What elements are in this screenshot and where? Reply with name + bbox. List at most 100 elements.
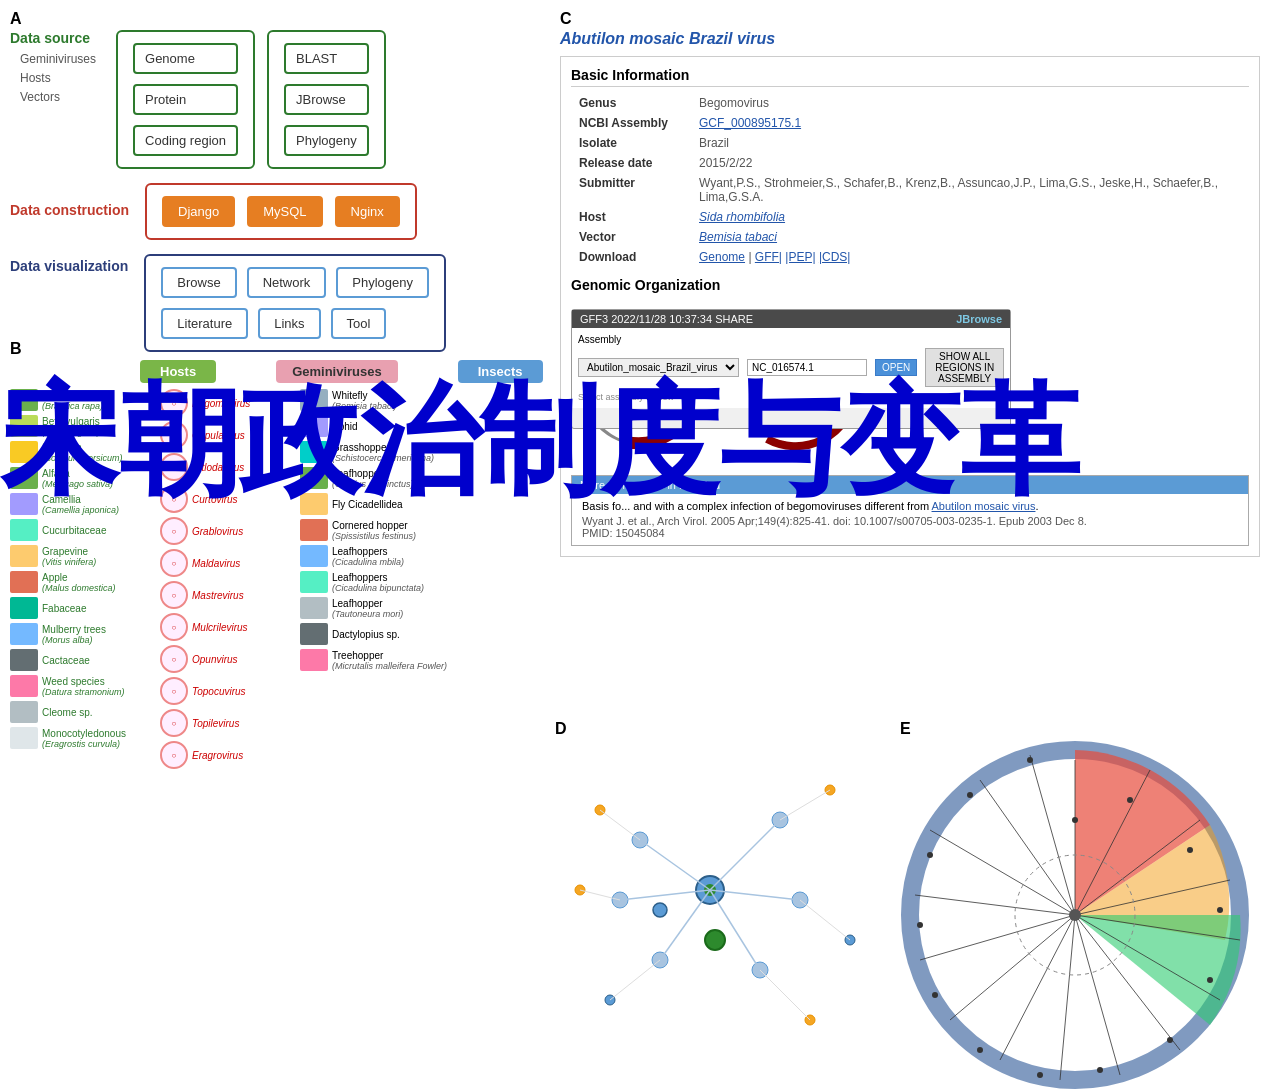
visualization-box: Browse Network Phylogeny Literature Link… — [144, 254, 446, 352]
virus-circle-10: ○ — [160, 709, 188, 737]
host-img-4 — [10, 493, 38, 515]
virus-circle-8: ○ — [160, 645, 188, 673]
host-img-5 — [10, 519, 38, 541]
svg-line-30 — [610, 960, 660, 1000]
jbrowse-show-all-btn[interactable]: SHOW ALL REGIONS IN ASSEMBLY — [925, 348, 1004, 387]
svg-line-18 — [660, 890, 710, 960]
jbrowse-title-text: GFF3 2022/11/28 10:37:34 SHARE — [580, 313, 753, 325]
vector-row: Vector Bemisia tabaci — [571, 227, 1249, 247]
download-separator1: | — [748, 250, 751, 264]
insect-img-1 — [300, 415, 328, 437]
virus-item-3: ○ Curtovirus — [160, 483, 300, 515]
host-value: Sida rhombifolia — [691, 207, 1249, 227]
isolate-label: Isolate — [571, 133, 691, 153]
svg-point-51 — [1072, 817, 1078, 823]
hosts-header: Hosts — [140, 360, 216, 383]
virus-circle-3: ○ — [160, 485, 188, 513]
insect-img-8 — [300, 597, 328, 619]
svg-line-47 — [915, 895, 1075, 915]
svg-point-33 — [653, 903, 667, 917]
virus-name-8: Opunvirus — [192, 654, 238, 665]
literature-box[interactable]: Literature — [161, 308, 248, 339]
coding-region-box: Coding region — [133, 125, 238, 156]
phylogeny-viz-box[interactable]: Phylogeny — [336, 267, 429, 298]
blast-box: BLAST — [284, 43, 369, 74]
submitter-label: Submitter — [571, 173, 691, 207]
jbrowse-sequence-input[interactable] — [747, 359, 867, 376]
host-img-12 — [10, 701, 38, 723]
data-source-item-hosts: Hosts — [20, 69, 96, 88]
genus-value: Begomovirus — [691, 93, 1249, 113]
virus-circle-6: ○ — [160, 581, 188, 609]
insect-name-0: Whitefly(Bemisia tabaci) — [332, 390, 397, 411]
host-item-2: Solanum(Solanum persicum) — [10, 439, 160, 465]
download-genome-link[interactable]: Genome — [699, 250, 745, 264]
jbrowse-open-btn[interactable]: OPEN — [875, 359, 917, 376]
virus-name-0: Begomovirus — [192, 398, 250, 409]
mysql-box: MySQL — [247, 196, 322, 227]
svg-line-49 — [980, 780, 1075, 915]
insect-item-4: Fly Cicadellidea — [300, 491, 500, 517]
svg-point-64 — [1027, 757, 1033, 763]
virus-item-6: ○ Mastrevirus — [160, 579, 300, 611]
viz-row1: Browse Network Phylogeny — [158, 264, 432, 301]
insect-name-9: Dactylopius sp. — [332, 629, 400, 640]
genus-label: Genus — [571, 93, 691, 113]
vector-label: Vector — [571, 227, 691, 247]
host-img-10 — [10, 649, 38, 671]
insect-name-6: Leafhoppers(Cicadulina mbila) — [332, 546, 404, 567]
host-item-0: Brassica rapa(Brassica rapa) — [10, 387, 160, 413]
pubmed-virus-link[interactable]: Abutilon mosaic virus — [932, 500, 1036, 512]
insect-item-6: Leafhoppers(Cicadulina mbila) — [300, 543, 500, 569]
svg-line-46 — [920, 915, 1075, 960]
virus-name-5: Maldavirus — [192, 558, 240, 569]
network-box[interactable]: Network — [247, 267, 327, 298]
host-img-8 — [10, 597, 38, 619]
host-name-2: Solanum(Solanum persicum) — [42, 442, 123, 463]
host-item-8: Fabaceae — [10, 595, 160, 621]
download-gff-link[interactable]: GFF| — [755, 250, 782, 264]
insect-item-0: Whitefly(Bemisia tabaci) — [300, 387, 500, 413]
pubmed-pmid: PMID: 15045084 — [582, 527, 1238, 539]
svg-line-29 — [760, 970, 810, 1020]
ncbi-link[interactable]: GCF_000895175.1 — [699, 116, 801, 130]
jbrowse-assembly-select[interactable]: Abutilon_mosaic_Brazil_virus — [578, 358, 739, 377]
jbrowse-window: GFF3 2022/11/28 10:37:34 SHARE JBrowse A… — [571, 309, 1011, 429]
info-table: Genus Begomovirus NCBI Assembly GCF_0008… — [571, 93, 1249, 267]
svg-point-56 — [1167, 1037, 1173, 1043]
host-name-4: Camellia(Camellia japonica) — [42, 494, 119, 515]
isolate-row: Isolate Brazil — [571, 133, 1249, 153]
download-pep-link[interactable]: |PEP| — [785, 250, 815, 264]
virus-name-1: Capulavirus — [192, 430, 245, 441]
host-item-12: Cleome sp. — [10, 699, 160, 725]
tool-box[interactable]: Tool — [331, 308, 387, 339]
svg-line-14 — [640, 840, 710, 890]
vector-link[interactable]: Bemisia tabaci — [699, 230, 777, 244]
host-item-7: Apple(Malus domestica) — [10, 569, 160, 595]
virus-item-4: ○ Grablovirus — [160, 515, 300, 547]
data-source-items: Geminiviruses Hosts Vectors — [20, 50, 96, 108]
data-visualization-label: Data visualization — [10, 258, 128, 274]
host-name-5: Cucurbitaceae — [42, 525, 106, 536]
download-value: Genome | GFF| |PEP| |CDS| — [691, 247, 1249, 267]
host-name-6: Grapevine(Vitis vinifera) — [42, 546, 96, 567]
svg-point-52 — [1127, 797, 1133, 803]
host-link[interactable]: Sida rhombifolia — [699, 210, 785, 224]
browse-box[interactable]: Browse — [161, 267, 236, 298]
links-box[interactable]: Links — [258, 308, 320, 339]
virus-name-2: Citlodavirus — [192, 462, 244, 473]
host-name-11: Weed species(Datura stramonium) — [42, 676, 125, 697]
svg-point-54 — [1217, 907, 1223, 913]
hosts-column: Brassica rapa(Brassica rapa) Beta vulgar… — [10, 387, 160, 771]
download-cds-link[interactable]: |CDS| — [819, 250, 851, 264]
insect-item-1: Aphid — [300, 413, 500, 439]
virus-circle-1: ○ — [160, 421, 188, 449]
host-item-13: Monocotyledonous(Eragrostis curvula) — [10, 725, 160, 751]
panel-b: Hosts Geminiviruses Insects Brassica rap… — [10, 340, 550, 771]
insect-item-3: Leafhoppers(Orosius albicinctus) — [300, 465, 500, 491]
virus-circle-0: ○ — [160, 389, 188, 417]
blast-group-box: BLAST JBrowse Phylogeny — [267, 30, 386, 169]
ncbi-row: NCBI Assembly GCF_000895175.1 — [571, 113, 1249, 133]
host-item-10: Cactaceae — [10, 647, 160, 673]
insect-img-2 — [300, 441, 328, 463]
